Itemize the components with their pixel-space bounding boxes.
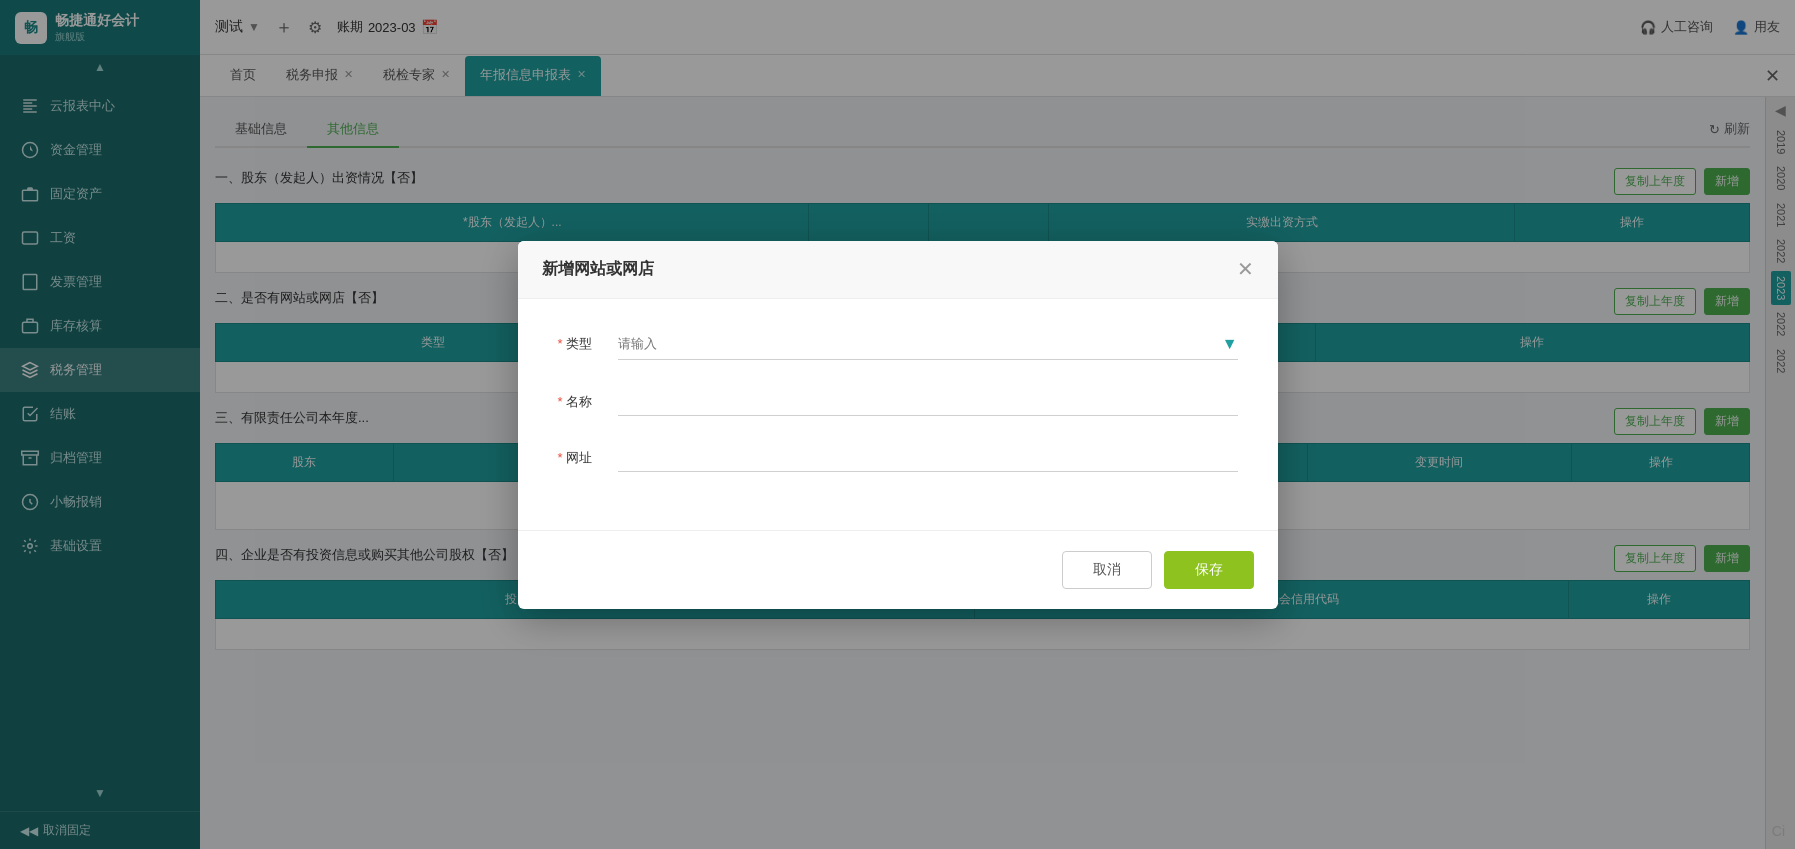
save-button[interactable]: 保存 bbox=[1164, 551, 1254, 589]
url-input[interactable] bbox=[618, 450, 1238, 465]
form-field-type: * 类型 ▼ bbox=[558, 329, 1238, 360]
name-label: * 名称 bbox=[558, 393, 618, 411]
cancel-button[interactable]: 取消 bbox=[1062, 551, 1152, 589]
add-website-modal: 新增网站或网店 ✕ * 类型 ▼ * 名称 bbox=[518, 241, 1278, 609]
form-field-url: * 网址 bbox=[558, 444, 1238, 472]
url-required-mark: * bbox=[558, 450, 563, 465]
modal-footer: 取消 保存 bbox=[518, 530, 1278, 609]
modal-title: 新增网站或网店 bbox=[542, 259, 654, 280]
modal-header: 新增网站或网店 ✕ bbox=[518, 241, 1278, 299]
modal-close-btn[interactable]: ✕ bbox=[1237, 259, 1254, 279]
type-input[interactable] bbox=[618, 336, 1222, 351]
modal-body: * 类型 ▼ * 名称 bbox=[518, 299, 1278, 530]
modal-overlay: 新增网站或网店 ✕ * 类型 ▼ * 名称 bbox=[0, 0, 1795, 849]
url-input-wrapper bbox=[618, 444, 1238, 472]
url-label: * 网址 bbox=[558, 449, 618, 467]
form-field-name: * 名称 bbox=[558, 388, 1238, 416]
url-label-text: 网址 bbox=[566, 450, 592, 465]
type-label-text: 类型 bbox=[566, 336, 592, 351]
name-label-text: 名称 bbox=[566, 394, 592, 409]
type-input-wrapper: ▼ bbox=[618, 329, 1238, 360]
name-required-mark: * bbox=[558, 394, 563, 409]
type-dropdown-icon[interactable]: ▼ bbox=[1222, 335, 1238, 353]
name-input-wrapper bbox=[618, 388, 1238, 416]
name-input[interactable] bbox=[618, 394, 1238, 409]
type-label: * 类型 bbox=[558, 335, 618, 353]
type-required-mark: * bbox=[558, 336, 563, 351]
